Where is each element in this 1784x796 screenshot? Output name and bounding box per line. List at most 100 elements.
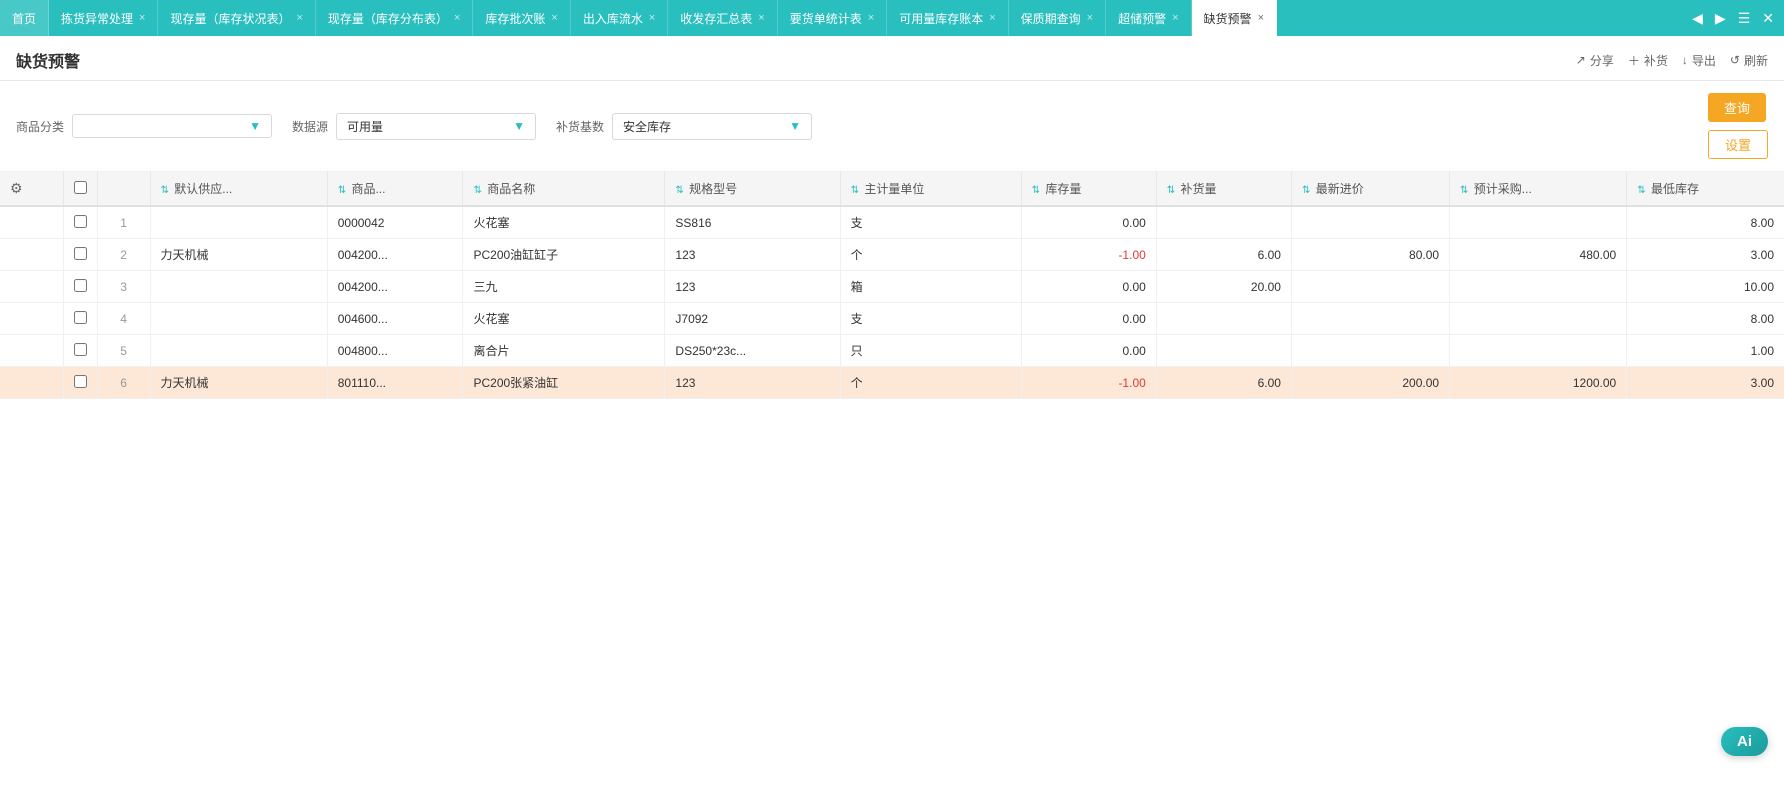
gear-icon[interactable]: ⚙ — [10, 180, 23, 196]
replenish-icon: ＋ — [1628, 52, 1640, 69]
col-spec[interactable]: ⇅ 规格型号 — [665, 172, 840, 206]
tab-demand[interactable]: 要货单统计表 × — [778, 0, 887, 36]
tab-expiry[interactable]: 保质期查询 × — [1009, 0, 1106, 36]
tab-available[interactable]: 可用量库存账本 × — [887, 0, 1008, 36]
cell-goods-code-5: 801110... — [327, 367, 463, 399]
cell-gear-5 — [0, 367, 63, 399]
cell-gear-2 — [0, 271, 63, 303]
sort-icon-supplier: ⇅ — [161, 185, 169, 196]
cell-stock-3: 0.00 — [1021, 303, 1156, 335]
tab-close-overstock[interactable]: × — [1172, 12, 1178, 24]
export-button[interactable]: ↓ 导出 — [1682, 52, 1716, 69]
cell-checkbox-0[interactable] — [63, 206, 97, 239]
data-table: ⚙ ⇅ 默认供应... ⇅ 商品... ⇅ — [0, 172, 1784, 399]
cell-index-3: 4 — [97, 303, 150, 335]
row-checkbox-5[interactable] — [74, 375, 87, 388]
tab-batch[interactable]: 库存批次账 × — [473, 0, 570, 36]
category-select[interactable]: ▼ — [72, 114, 272, 138]
cell-latest-price-0 — [1291, 206, 1449, 239]
datasource-value: 可用量 — [347, 118, 383, 135]
col-supplier[interactable]: ⇅ 默认供应... — [150, 172, 327, 206]
cell-supplier-2 — [150, 271, 327, 303]
tab-home[interactable]: 首页 — [0, 0, 49, 36]
col-stock[interactable]: ⇅ 库存量 — [1021, 172, 1156, 206]
tab-close-abnormal[interactable]: × — [139, 12, 145, 24]
share-button[interactable]: ↗ 分享 — [1576, 52, 1614, 69]
tab-close-inout[interactable]: × — [649, 12, 655, 24]
tab-close-stock-dist[interactable]: × — [454, 12, 460, 24]
cell-est-purchase-1: 480.00 — [1450, 239, 1627, 271]
query-button[interactable]: 查询 — [1708, 93, 1766, 122]
cell-supplier-0 — [150, 206, 327, 239]
tab-abnormal[interactable]: 拣货异常处理 × — [49, 0, 158, 36]
cell-checkbox-1[interactable] — [63, 239, 97, 271]
tab-nav-buttons: ◀ ▶ ☰ ✕ — [1682, 10, 1784, 27]
tab-stock-status[interactable]: 现存量（库存状况表） × — [158, 0, 315, 36]
tab-menu-btn[interactable]: ☰ — [1732, 10, 1757, 27]
category-label: 商品分类 — [16, 118, 64, 135]
cell-replenish-2: 20.00 — [1156, 271, 1291, 303]
main-content: 缺货预警 ↗ 分享 ＋ 补货 ↓ 导出 ↺ 刷新 商品分类 — [0, 36, 1784, 796]
replenish-base-label: 补货基数 — [556, 118, 604, 135]
tab-inout[interactable]: 出入库流水 × — [571, 0, 668, 36]
tab-close-receipt[interactable]: × — [758, 12, 764, 24]
cell-stock-5: -1.00 — [1021, 367, 1156, 399]
settings-button[interactable]: 设置 — [1708, 130, 1768, 159]
row-checkbox-1[interactable] — [74, 247, 87, 260]
category-arrow-icon: ▼ — [249, 119, 261, 133]
tab-close-expiry[interactable]: × — [1087, 12, 1093, 24]
cell-min-stock-2: 10.00 — [1627, 271, 1784, 303]
cell-replenish-3 — [1156, 303, 1291, 335]
refresh-button[interactable]: ↺ 刷新 — [1730, 52, 1768, 69]
tab-prev-btn[interactable]: ◀ — [1686, 10, 1709, 27]
col-unit[interactable]: ⇅ 主计量单位 — [840, 172, 1021, 206]
ai-badge[interactable]: Ai — [1721, 727, 1768, 756]
col-latest-price[interactable]: ⇅ 最新进价 — [1291, 172, 1449, 206]
cell-checkbox-3[interactable] — [63, 303, 97, 335]
tab-shortage[interactable]: 缺货预警 × — [1192, 0, 1277, 36]
sort-icon-goods-code: ⇅ — [338, 185, 346, 196]
replenish-button[interactable]: ＋ 补货 — [1628, 52, 1668, 69]
sort-icon-unit: ⇅ — [851, 185, 859, 196]
tab-stock-dist[interactable]: 现存量（库存分布表） × — [316, 0, 473, 36]
cell-gear-1 — [0, 239, 63, 271]
cell-goods-name-5: PC200张紧油缸 — [463, 367, 665, 399]
cell-index-2: 3 — [97, 271, 150, 303]
table-container: ⚙ ⇅ 默认供应... ⇅ 商品... ⇅ — [0, 172, 1784, 399]
cell-unit-2: 箱 — [840, 271, 1021, 303]
tab-close-batch[interactable]: × — [551, 12, 557, 24]
row-checkbox-3[interactable] — [74, 311, 87, 324]
header-actions: ↗ 分享 ＋ 补货 ↓ 导出 ↺ 刷新 — [1576, 52, 1768, 69]
cell-checkbox-5[interactable] — [63, 367, 97, 399]
tab-close-stock-status[interactable]: × — [296, 12, 302, 24]
tab-next-btn[interactable]: ▶ — [1709, 10, 1732, 27]
cell-stock-4: 0.00 — [1021, 335, 1156, 367]
tab-close-shortage[interactable]: × — [1258, 12, 1264, 24]
table-row: 4 004600... 火花塞 J7092 支 0.00 8.00 — [0, 303, 1784, 335]
col-goods-code[interactable]: ⇅ 商品... — [327, 172, 463, 206]
replenish-base-arrow-icon: ▼ — [789, 119, 801, 133]
cell-supplier-3 — [150, 303, 327, 335]
row-checkbox-2[interactable] — [74, 279, 87, 292]
tab-receipt[interactable]: 收发存汇总表 × — [668, 0, 777, 36]
tab-close-demand[interactable]: × — [868, 12, 874, 24]
col-replenish[interactable]: ⇅ 补货量 — [1156, 172, 1291, 206]
row-checkbox-0[interactable] — [74, 215, 87, 228]
col-min-stock[interactable]: ⇅ 最低库存 — [1627, 172, 1784, 206]
col-est-purchase[interactable]: ⇅ 预计采购... — [1450, 172, 1627, 206]
replenish-base-select[interactable]: 安全库存 ▼ — [612, 113, 812, 140]
tab-close-available[interactable]: × — [989, 12, 995, 24]
cell-checkbox-2[interactable] — [63, 271, 97, 303]
tab-overstock[interactable]: 超储预警 × — [1106, 0, 1191, 36]
select-all-checkbox[interactable] — [74, 181, 87, 194]
datasource-select[interactable]: 可用量 ▼ — [336, 113, 536, 140]
table-row: 3 004200... 三九 123 箱 0.00 20.00 10.00 — [0, 271, 1784, 303]
col-goods-name[interactable]: ⇅ 商品名称 — [463, 172, 665, 206]
cell-replenish-4 — [1156, 335, 1291, 367]
tab-close-all-btn[interactable]: ✕ — [1756, 10, 1780, 27]
cell-est-purchase-2 — [1450, 271, 1627, 303]
row-checkbox-4[interactable] — [74, 343, 87, 356]
share-icon: ↗ — [1576, 53, 1586, 67]
cell-checkbox-4[interactable] — [63, 335, 97, 367]
cell-latest-price-2 — [1291, 271, 1449, 303]
